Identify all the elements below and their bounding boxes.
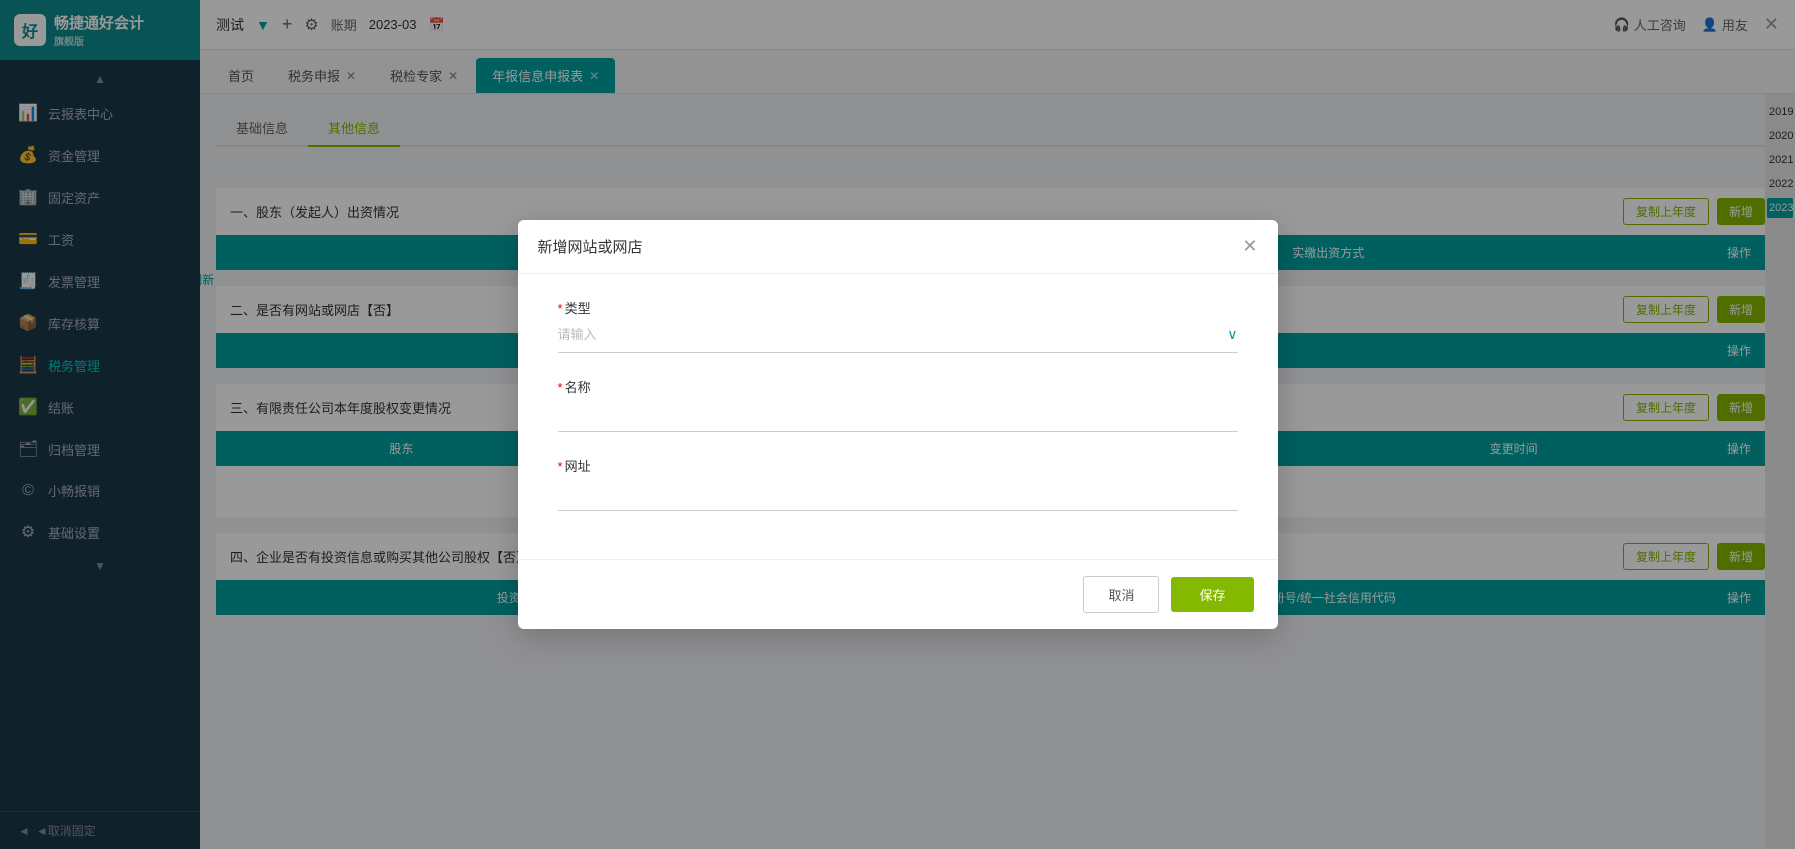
required-mark: * <box>558 380 563 395</box>
modal-title: 新增网站或网店 <box>538 236 643 257</box>
field-row-url <box>558 481 1238 511</box>
required-mark: * <box>558 301 563 316</box>
name-input[interactable] <box>558 402 1238 425</box>
form-field-url: *网址 <box>558 456 1238 511</box>
cancel-button[interactable]: 取消 <box>1083 576 1159 613</box>
field-label-name: *名称 <box>558 377 1238 396</box>
modal-close-button[interactable]: ✕ <box>1242 236 1257 257</box>
modal: 新增网站或网店 ✕ *类型 ∨ *名称 *网址 取消 保存 <box>518 220 1278 629</box>
required-mark: * <box>558 459 563 474</box>
field-row-name <box>558 402 1238 432</box>
field-label-url: *网址 <box>558 456 1238 475</box>
form-field-name: *名称 <box>558 377 1238 432</box>
modal-overlay[interactable]: 新增网站或网店 ✕ *类型 ∨ *名称 *网址 取消 保存 <box>0 0 1795 849</box>
modal-body: *类型 ∨ *名称 *网址 <box>518 274 1278 559</box>
url-input[interactable] <box>558 481 1238 504</box>
modal-footer: 取消 保存 <box>518 559 1278 629</box>
form-field-type: *类型 ∨ <box>558 298 1238 353</box>
field-row-type: ∨ <box>558 323 1238 353</box>
dropdown-arrow-icon[interactable]: ∨ <box>1227 326 1237 343</box>
type-input[interactable] <box>558 323 1220 346</box>
field-label-type: *类型 <box>558 298 1238 317</box>
save-button[interactable]: 保存 <box>1171 577 1253 612</box>
modal-header: 新增网站或网店 ✕ <box>518 220 1278 274</box>
